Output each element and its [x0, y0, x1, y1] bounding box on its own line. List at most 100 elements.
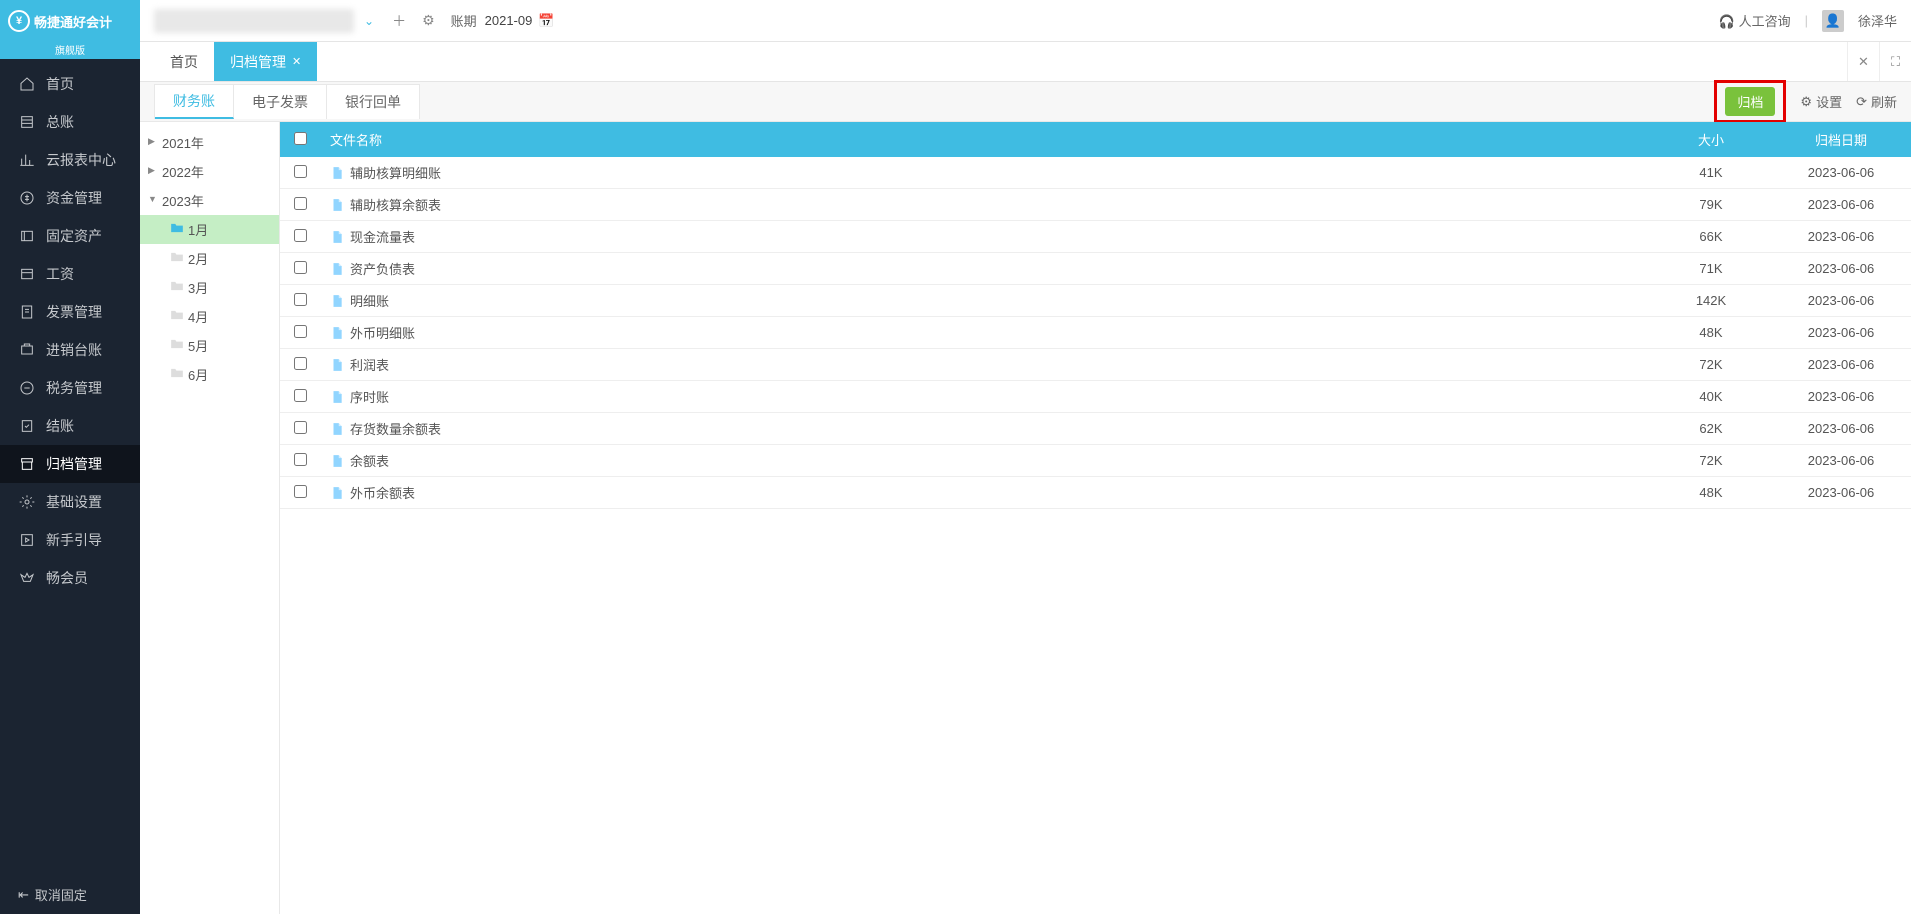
close-icon[interactable]: ✕ — [292, 55, 301, 68]
row-checkbox[interactable] — [294, 197, 307, 210]
file-icon — [330, 294, 344, 308]
tree-month-4[interactable]: 4月 — [140, 302, 279, 331]
th-name: 文件名称 — [320, 122, 1651, 157]
archive-button[interactable]: 归档 — [1725, 87, 1775, 116]
actions: 归档 ⚙设置 ⟳刷新 — [1714, 80, 1897, 123]
tab-archive-mgmt[interactable]: 归档管理✕ — [214, 42, 317, 81]
sub-tab-bank[interactable]: 银行回单 — [327, 85, 419, 119]
brand-icon: ¥ — [8, 10, 30, 32]
table-row[interactable]: 辅助核算明细账41K2023-06-06 — [280, 157, 1911, 189]
nav-settings[interactable]: 基础设置 — [0, 483, 140, 521]
content: 财务账 电子发票 银行回单 归档 ⚙设置 ⟳刷新 2021年 2022年 — [140, 82, 1911, 914]
file-date: 2023-06-06 — [1771, 381, 1911, 413]
folder-icon — [170, 309, 184, 321]
gear-icon — [18, 493, 36, 511]
nav-tax[interactable]: 税务管理 — [0, 369, 140, 407]
sub-tab-finance[interactable]: 财务账 — [155, 85, 234, 119]
username[interactable]: 徐泽华 — [1858, 11, 1897, 30]
file-table-panel: 文件名称 大小 归档日期 辅助核算明细账41K2023-06-06辅助核算余额表… — [280, 122, 1911, 914]
file-date: 2023-06-06 — [1771, 349, 1911, 381]
brand-logo[interactable]: ¥ 畅捷通好会计 — [0, 0, 140, 42]
table-row[interactable]: 外币明细账48K2023-06-06 — [280, 317, 1911, 349]
file-date: 2023-06-06 — [1771, 413, 1911, 445]
row-checkbox[interactable] — [294, 453, 307, 466]
tree-year-2022[interactable]: 2022年 — [140, 157, 279, 186]
row-checkbox[interactable] — [294, 261, 307, 274]
close-all-icon[interactable]: ✕ — [1847, 42, 1879, 81]
assets-icon — [18, 227, 36, 245]
nav-ledger[interactable]: 总账 — [0, 103, 140, 141]
file-name: 现金流量表 — [350, 230, 415, 245]
nav-purchase[interactable]: 进销台账 — [0, 331, 140, 369]
file-name: 辅助核算明细账 — [350, 166, 441, 181]
tabs-right: ✕ ⛶ — [1847, 42, 1911, 81]
row-checkbox[interactable] — [294, 485, 307, 498]
folder-icon — [170, 222, 184, 234]
tree-year-2021[interactable]: 2021年 — [140, 128, 279, 157]
file-icon — [330, 198, 344, 212]
tab-home[interactable]: 首页 — [154, 42, 214, 81]
gear-icon[interactable]: ⚙ — [422, 12, 435, 29]
file-date: 2023-06-06 — [1771, 285, 1911, 317]
row-checkbox[interactable] — [294, 421, 307, 434]
nav-archive[interactable]: 归档管理 — [0, 445, 140, 483]
table-row[interactable]: 存货数量余额表62K2023-06-06 — [280, 413, 1911, 445]
table-row[interactable]: 现金流量表66K2023-06-06 — [280, 221, 1911, 253]
period-label: 账期 — [451, 11, 477, 30]
table-row[interactable]: 利润表72K2023-06-06 — [280, 349, 1911, 381]
table-row[interactable]: 序时账40K2023-06-06 — [280, 381, 1911, 413]
table-row[interactable]: 明细账142K2023-06-06 — [280, 285, 1911, 317]
nav-closing[interactable]: 结账 — [0, 407, 140, 445]
tree-month-2[interactable]: 2月 — [140, 244, 279, 273]
calendar-icon[interactable]: 📅 — [538, 13, 554, 29]
avatar-icon[interactable]: 👤 — [1822, 10, 1844, 32]
org-selector[interactable] — [154, 9, 354, 33]
select-all-checkbox[interactable] — [294, 132, 307, 145]
nav-salary[interactable]: 工资 — [0, 255, 140, 293]
row-checkbox[interactable] — [294, 165, 307, 178]
nav-invoice[interactable]: 发票管理 — [0, 293, 140, 331]
table-row[interactable]: 外币余额表48K2023-06-06 — [280, 477, 1911, 509]
consult-link[interactable]: 🎧 人工咨询 — [1719, 11, 1791, 30]
file-name: 资产负债表 — [350, 262, 415, 277]
tree-month-5[interactable]: 5月 — [140, 331, 279, 360]
file-name: 余额表 — [350, 454, 389, 469]
settings-link[interactable]: ⚙设置 — [1800, 92, 1842, 111]
nav-reports[interactable]: 云报表中心 — [0, 141, 140, 179]
refresh-icon: ⟳ — [1856, 94, 1867, 110]
table-row[interactable]: 资产负债表71K2023-06-06 — [280, 253, 1911, 285]
nav-home[interactable]: 首页 — [0, 65, 140, 103]
tax-icon — [18, 379, 36, 397]
nav-list: 首页 总账 云报表中心 资金管理 固定资产 工资 发票管理 进销台账 税务管理 … — [0, 59, 140, 875]
sub-tab-einvoice[interactable]: 电子发票 — [234, 85, 327, 119]
row-checkbox[interactable] — [294, 325, 307, 338]
unpin-sidebar[interactable]: ⇤取消固定 — [0, 875, 140, 914]
file-icon — [330, 166, 344, 180]
nav-assets[interactable]: 固定资产 — [0, 217, 140, 255]
tree-month-1[interactable]: 1月 — [140, 215, 279, 244]
file-size: 72K — [1651, 445, 1771, 477]
file-name: 辅助核算余额表 — [350, 198, 441, 213]
year-tree: 2021年 2022年 2023年 1月 2月 3月 4月 5月 6月 — [140, 122, 280, 914]
tree-year-2023[interactable]: 2023年 — [140, 186, 279, 215]
plus-icon[interactable]: ＋ — [392, 11, 406, 31]
row-checkbox[interactable] — [294, 229, 307, 242]
tree-month-6[interactable]: 6月 — [140, 360, 279, 389]
refresh-link[interactable]: ⟳刷新 — [1856, 92, 1897, 111]
nav-funds[interactable]: 资金管理 — [0, 179, 140, 217]
row-checkbox[interactable] — [294, 357, 307, 370]
nav-guide[interactable]: 新手引导 — [0, 521, 140, 559]
nav-member[interactable]: 畅会员 — [0, 559, 140, 597]
table-row[interactable]: 余额表72K2023-06-06 — [280, 445, 1911, 477]
topbar-right: 🎧 人工咨询 | 👤 徐泽华 — [1719, 10, 1897, 32]
file-icon — [330, 454, 344, 468]
fullscreen-icon[interactable]: ⛶ — [1879, 42, 1911, 81]
file-icon — [330, 486, 344, 500]
row-checkbox[interactable] — [294, 293, 307, 306]
table-row[interactable]: 辅助核算余额表79K2023-06-06 — [280, 189, 1911, 221]
home-icon — [18, 75, 36, 93]
tree-month-3[interactable]: 3月 — [140, 273, 279, 302]
row-checkbox[interactable] — [294, 389, 307, 402]
chevron-down-icon[interactable]: ⌄ — [364, 14, 374, 28]
gear-icon: ⚙ — [1800, 94, 1812, 110]
